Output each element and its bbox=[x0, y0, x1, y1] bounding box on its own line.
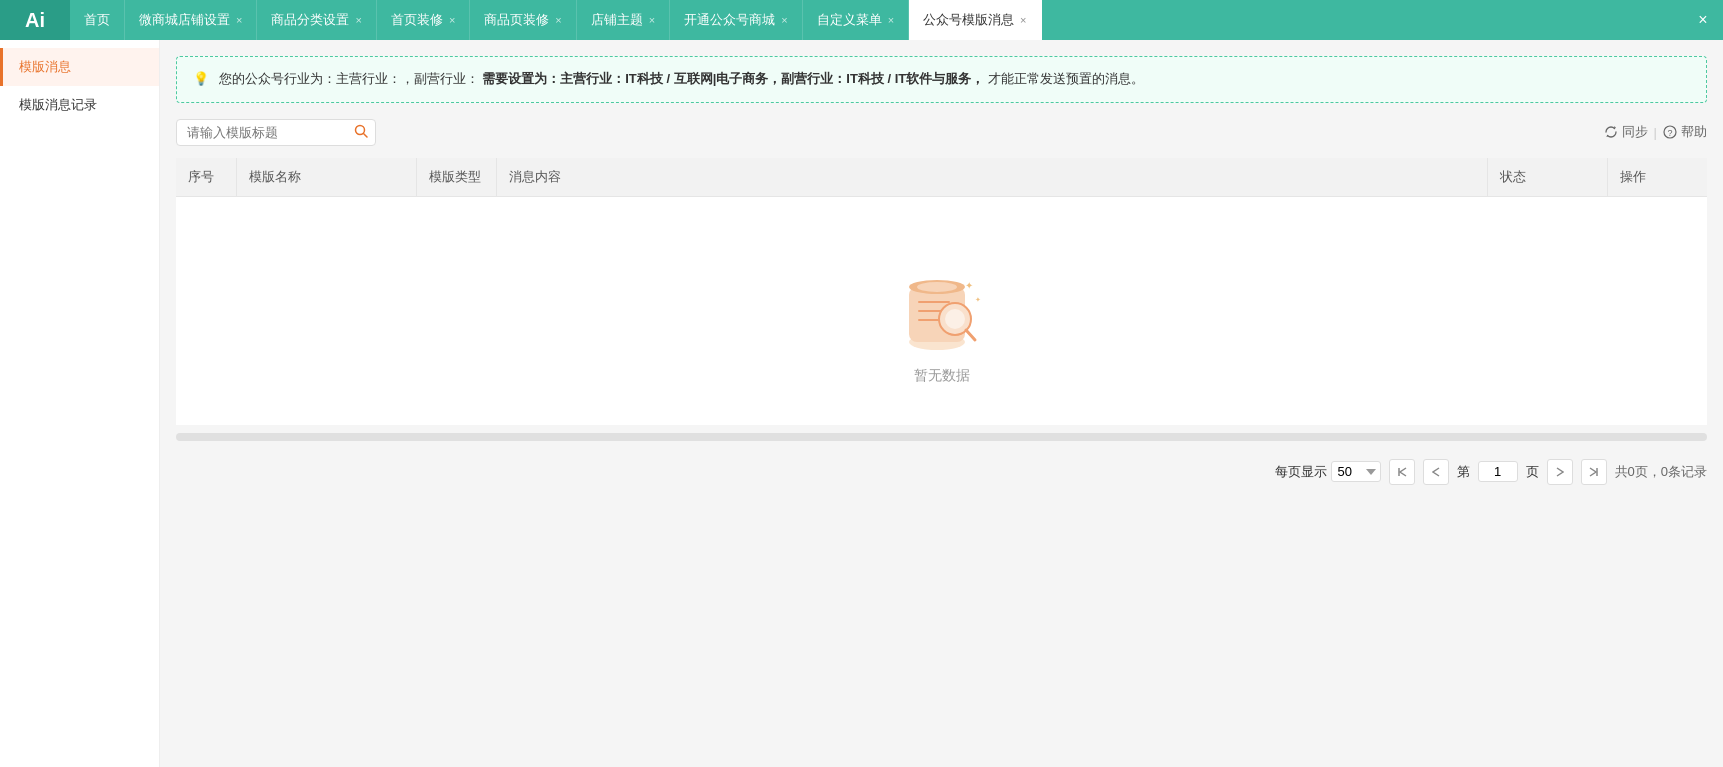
search-left bbox=[176, 119, 376, 146]
tab-template-msg[interactable]: 公众号模版消息 × bbox=[909, 0, 1041, 40]
svg-point-12 bbox=[945, 309, 965, 329]
tab-custom-menu[interactable]: 自定义菜单 × bbox=[803, 0, 909, 40]
tab-label: 微商城店铺设置 bbox=[139, 11, 230, 29]
tab-close-icon[interactable]: × bbox=[449, 14, 455, 26]
prev-page-button[interactable] bbox=[1423, 459, 1449, 485]
search-input[interactable] bbox=[176, 119, 376, 146]
search-icon bbox=[354, 124, 368, 138]
per-page-dropdown[interactable]: 50 10 20 100 bbox=[1331, 461, 1381, 482]
table-header-row: 序号 模版名称 模版类型 消息内容 状态 操作 bbox=[176, 158, 1707, 197]
notice-icon: 💡 bbox=[193, 71, 209, 86]
search-input-wrap bbox=[176, 119, 376, 146]
help-label: 帮助 bbox=[1681, 123, 1707, 141]
tab-close-icon[interactable]: × bbox=[781, 14, 787, 26]
page-total: 共0页，0条记录 bbox=[1615, 463, 1707, 481]
svg-line-13 bbox=[966, 330, 975, 340]
tab-close-icon[interactable]: × bbox=[888, 14, 894, 26]
empty-illustration: ✦ ✦ bbox=[887, 257, 997, 367]
notice-prefix: 您的公众号行业为：主营行业：，副营行业： bbox=[219, 71, 479, 86]
last-page-button[interactable] bbox=[1581, 459, 1607, 485]
sidebar-item-label: 模版消息记录 bbox=[19, 97, 97, 112]
tab-label: 首页 bbox=[84, 11, 110, 29]
sync-label: 同步 bbox=[1622, 123, 1648, 141]
global-close-button[interactable]: × bbox=[1683, 0, 1723, 40]
tab-close-icon[interactable]: × bbox=[236, 14, 242, 26]
tab-label: 公众号模版消息 bbox=[923, 11, 1014, 29]
page-label: 页 bbox=[1526, 463, 1539, 481]
per-page-label: 每页显示 bbox=[1275, 463, 1327, 481]
last-page-icon bbox=[1589, 467, 1599, 477]
tab-shop-settings[interactable]: 微商城店铺设置 × bbox=[125, 0, 257, 40]
tab-open-store[interactable]: 开通公众号商城 × bbox=[670, 0, 802, 40]
tab-label: 自定义菜单 bbox=[817, 11, 882, 29]
tab-close-icon[interactable]: × bbox=[355, 14, 361, 26]
scroll-strip[interactable] bbox=[176, 433, 1707, 441]
sidebar-item-template-msg[interactable]: 模版消息 bbox=[0, 48, 159, 86]
sync-icon bbox=[1604, 125, 1618, 139]
svg-text:✦: ✦ bbox=[965, 280, 973, 291]
help-button[interactable]: ? 帮助 bbox=[1663, 123, 1707, 141]
tab-product-decor[interactable]: 商品页装修 × bbox=[470, 0, 576, 40]
tab-label: 商品分类设置 bbox=[271, 11, 349, 29]
notice-suffix: 才能正常发送预置的消息。 bbox=[988, 71, 1144, 86]
tab-label: 首页装修 bbox=[391, 11, 443, 29]
tab-close-icon[interactable]: × bbox=[555, 14, 561, 26]
tab-label: 开通公众号商城 bbox=[684, 11, 775, 29]
sidebar-item-label: 模版消息 bbox=[19, 59, 71, 74]
first-page-icon bbox=[1397, 467, 1407, 477]
col-status: 状态 bbox=[1487, 158, 1607, 197]
app-logo: Ai bbox=[0, 0, 70, 40]
main-layout: 模版消息 模版消息记录 💡 您的公众号行业为：主营行业：，副营行业： 需要设置为… bbox=[0, 40, 1723, 767]
tab-close-icon[interactable]: × bbox=[649, 14, 655, 26]
content-area: 💡 您的公众号行业为：主营行业：，副营行业： 需要设置为：主营行业：IT科技 /… bbox=[160, 40, 1723, 767]
sidebar: 模版消息 模版消息记录 bbox=[0, 40, 160, 767]
tab-home[interactable]: 首页 bbox=[70, 0, 125, 40]
page-input[interactable] bbox=[1478, 461, 1518, 482]
tab-close-icon[interactable]: × bbox=[1020, 14, 1026, 26]
top-nav: Ai 首页 微商城店铺设置 × 商品分类设置 × 首页装修 × 商品页装修 × … bbox=[0, 0, 1723, 40]
tab-category-settings[interactable]: 商品分类设置 × bbox=[257, 0, 376, 40]
next-page-icon bbox=[1556, 467, 1564, 477]
col-content: 消息内容 bbox=[496, 158, 1487, 197]
sidebar-item-template-msg-record[interactable]: 模版消息记录 bbox=[0, 86, 159, 124]
tab-label: 商品页装修 bbox=[484, 11, 549, 29]
data-table: 序号 模版名称 模版类型 消息内容 状态 操作 bbox=[176, 158, 1707, 425]
search-right: 同步 | ? 帮助 bbox=[1604, 123, 1707, 141]
svg-text:?: ? bbox=[1667, 128, 1672, 138]
nav-tabs: 首页 微商城店铺设置 × 商品分类设置 × 首页装修 × 商品页装修 × 店铺主… bbox=[70, 0, 1683, 40]
search-bar: 同步 | ? 帮助 bbox=[176, 119, 1707, 146]
empty-text: 暂无数据 bbox=[914, 367, 970, 385]
table-empty-row: ✦ ✦ 暂无数据 bbox=[176, 196, 1707, 425]
col-index: 序号 bbox=[176, 158, 236, 197]
help-icon: ? bbox=[1663, 125, 1677, 139]
tab-label: 店铺主题 bbox=[591, 11, 643, 29]
svg-line-1 bbox=[364, 133, 368, 137]
sync-button[interactable]: 同步 bbox=[1604, 123, 1648, 141]
notice-highlight: 需要设置为：主营行业：IT科技 / 互联网|电子商务，副营行业：IT科技 / I… bbox=[482, 71, 984, 86]
col-action: 操作 bbox=[1607, 158, 1707, 197]
col-name: 模版名称 bbox=[236, 158, 416, 197]
search-divider: | bbox=[1654, 125, 1657, 140]
page-prefix: 第 bbox=[1457, 463, 1470, 481]
search-button[interactable] bbox=[354, 124, 368, 141]
first-page-button[interactable] bbox=[1389, 459, 1415, 485]
prev-page-icon bbox=[1432, 467, 1440, 477]
tab-store-theme[interactable]: 店铺主题 × bbox=[577, 0, 670, 40]
notice-box: 💡 您的公众号行业为：主营行业：，副营行业： 需要设置为：主营行业：IT科技 /… bbox=[176, 56, 1707, 103]
pagination: 每页显示 50 10 20 100 第 bbox=[176, 449, 1707, 495]
col-type: 模版类型 bbox=[416, 158, 496, 197]
page-size-select: 每页显示 50 10 20 100 bbox=[1275, 461, 1381, 482]
next-page-button[interactable] bbox=[1547, 459, 1573, 485]
svg-point-7 bbox=[917, 282, 957, 292]
empty-state: ✦ ✦ 暂无数据 bbox=[176, 197, 1707, 425]
svg-text:✦: ✦ bbox=[975, 296, 981, 303]
tab-home-decor[interactable]: 首页装修 × bbox=[377, 0, 470, 40]
